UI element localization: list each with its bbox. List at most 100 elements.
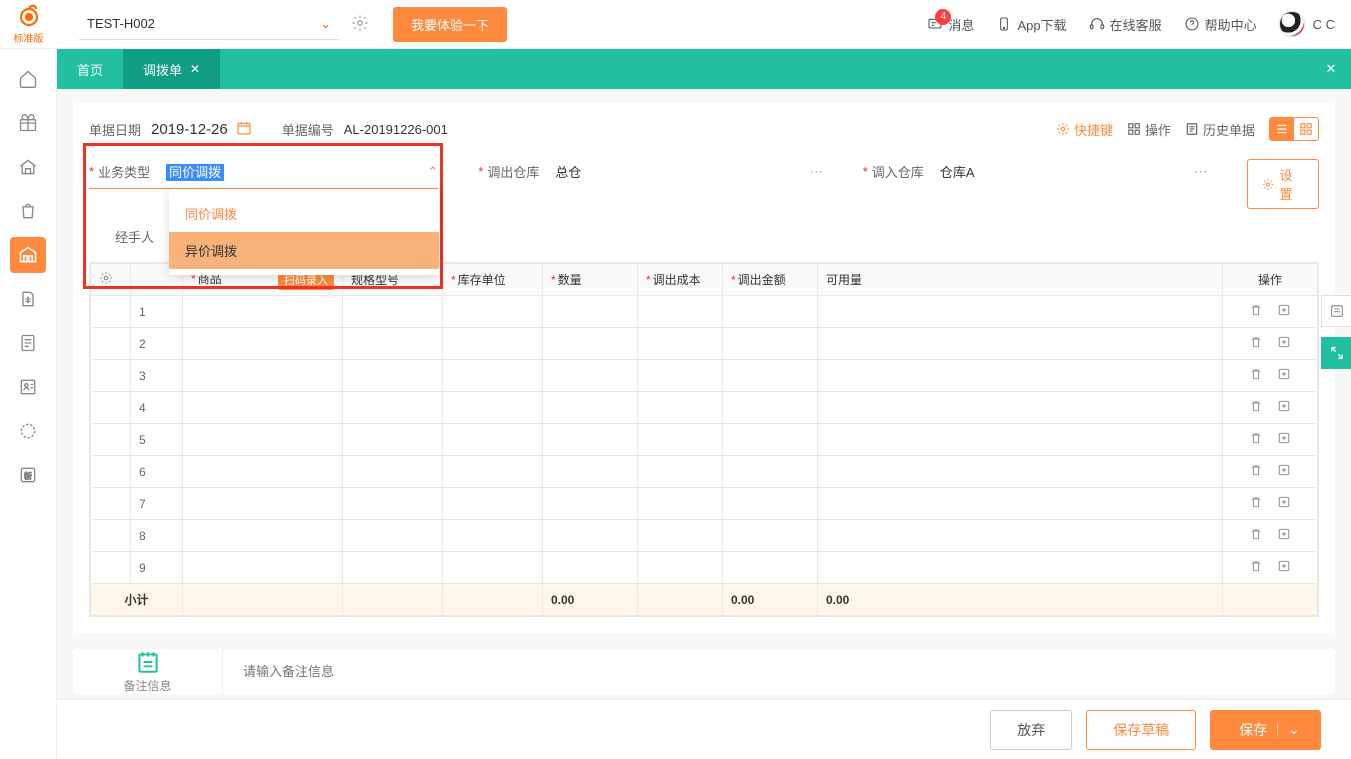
delete-row-icon[interactable] [1249,431,1263,448]
user-menu[interactable]: C C [1279,11,1335,37]
side-handle-1[interactable] [1321,295,1351,327]
app-download-button[interactable]: App下载 [996,15,1066,34]
nav-new-icon[interactable]: 新 [10,457,46,493]
calendar-icon[interactable] [236,120,252,139]
delete-row-icon[interactable] [1249,527,1263,544]
chevron-down-icon: ⌄ [320,16,331,32]
delete-row-icon[interactable] [1249,463,1263,480]
subtotal-row: 小计 0.00 0.00 0.00 [91,584,1318,616]
logo: 标准版 [0,4,57,45]
delete-row-icon[interactable] [1249,399,1263,416]
col-qty: *数量 [543,264,638,296]
nav-purchase-icon[interactable] [10,149,46,185]
store-selector[interactable]: TEST-H002 ⌄ [79,8,339,40]
shortcut-button[interactable]: 快捷键 [1056,120,1113,139]
operate-button[interactable]: 操作 [1127,120,1171,139]
nav-warehouse-icon[interactable] [10,237,46,273]
left-nav: 新 [0,49,57,759]
items-table: *商品扫码录入 规格型号 *库存单位 *数量 *调出成本 *调出金额 可用量 操… [89,262,1319,617]
dropdown-option-same[interactable]: 同价调拨 [169,195,439,232]
add-row-icon[interactable] [1277,559,1291,576]
service-label: 在线客服 [1110,15,1162,34]
biztype-dropdown: 同价调拨 异价调拨 [169,189,439,275]
biztype-field[interactable]: * 业务类型 同价调拨 ⌃ 同价调拨 异价调拨 [89,159,438,189]
list-view-icon[interactable] [1270,118,1294,140]
col-out-amount: *调出金额 [723,264,818,296]
add-row-icon[interactable] [1277,431,1291,448]
close-icon[interactable]: ✕ [190,62,200,76]
table-row[interactable]: 4 [91,392,1318,424]
table-row[interactable]: 1 [91,296,1318,328]
history-button[interactable]: 历史单据 [1185,120,1255,139]
user-name: C C [1313,17,1335,32]
nav-sync-icon[interactable] [10,413,46,449]
table-row[interactable]: 3 [91,360,1318,392]
handler-field[interactable]: 经手人 [89,227,154,246]
more-icon[interactable]: ⋯ [810,164,823,180]
docno-label: 单据编号 [282,120,334,139]
side-handle-expand-icon[interactable] [1321,337,1351,369]
remarks-panel: 备注信息 [73,649,1335,694]
service-button[interactable]: 在线客服 [1089,15,1162,34]
col-unit: *库存单位 [443,264,543,296]
save-draft-button[interactable]: 保存草稿 [1086,710,1196,750]
trial-button[interactable]: 我要体验一下 [393,7,507,42]
discard-button[interactable]: 放弃 [990,710,1072,750]
table-row[interactable]: 9 [91,552,1318,584]
in-warehouse-field[interactable]: * 调入仓库 仓库A ⋯ [863,159,1207,184]
notes-icon [135,649,161,675]
add-row-icon[interactable] [1277,367,1291,384]
table-row[interactable]: 6 [91,456,1318,488]
gear-icon[interactable] [351,14,369,35]
out-warehouse-value: 总仓 [551,159,585,184]
delete-row-icon[interactable] [1249,495,1263,512]
avatar-icon [1279,11,1305,37]
date-value: 2019-12-26 [151,121,228,138]
help-button[interactable]: 帮助中心 [1184,15,1257,34]
delete-row-icon[interactable] [1249,367,1263,384]
chevron-down-icon: ⌄ [1288,721,1300,738]
save-button[interactable]: 保存 ⌄ [1210,710,1321,750]
footer-bar: 放弃 保存草稿 保存 ⌄ [57,699,1351,759]
biztype-value: 同价调拨 [166,164,224,181]
nav-sales-icon[interactable] [10,193,46,229]
col-settings-icon[interactable] [91,264,131,296]
table-row[interactable]: 7 [91,488,1318,520]
document-panel: 单据日期 2019-12-26 单据编号 AL-20191226-001 快捷键 [73,103,1335,633]
delete-row-icon[interactable] [1249,303,1263,320]
add-row-icon[interactable] [1277,527,1291,544]
delete-row-icon[interactable] [1249,335,1263,352]
messages-badge: 4 [935,9,951,25]
table-row[interactable]: 2 [91,328,1318,360]
messages-label: 消息 [948,15,974,34]
logo-label: 标准版 [14,30,44,45]
out-warehouse-field[interactable]: * 调出仓库 总仓 ⋯ [478,159,822,184]
remarks-label: 备注信息 [123,677,171,694]
nav-home-icon[interactable] [10,61,46,97]
remarks-input[interactable] [223,664,1335,679]
store-name: TEST-H002 [87,16,320,31]
grid-view-icon[interactable] [1294,118,1318,140]
nav-gift-icon[interactable] [10,105,46,141]
add-row-icon[interactable] [1277,303,1291,320]
tab-transfer-order[interactable]: 调拨单 ✕ [123,49,220,89]
nav-contact-icon[interactable] [10,369,46,405]
messages-button[interactable]: 4 消息 [927,15,974,34]
add-row-icon[interactable] [1277,463,1291,480]
col-available: 可用量 [818,264,1223,296]
chevron-up-icon: ⌃ [427,164,438,180]
add-row-icon[interactable] [1277,399,1291,416]
add-row-icon[interactable] [1277,335,1291,352]
dropdown-option-diff[interactable]: 异价调拨 [169,232,439,269]
delete-row-icon[interactable] [1249,559,1263,576]
setup-button[interactable]: 设置 [1247,159,1319,209]
table-row[interactable]: 8 [91,520,1318,552]
nav-report-icon[interactable] [10,325,46,361]
tab-home[interactable]: 首页 [57,49,123,89]
help-label: 帮助中心 [1205,15,1257,34]
table-row[interactable]: 5 [91,424,1318,456]
add-row-icon[interactable] [1277,495,1291,512]
tabbar-close-icon[interactable]: ✕ [1311,49,1351,89]
nav-finance-icon[interactable] [10,281,46,317]
more-icon[interactable]: ⋯ [1194,164,1207,180]
